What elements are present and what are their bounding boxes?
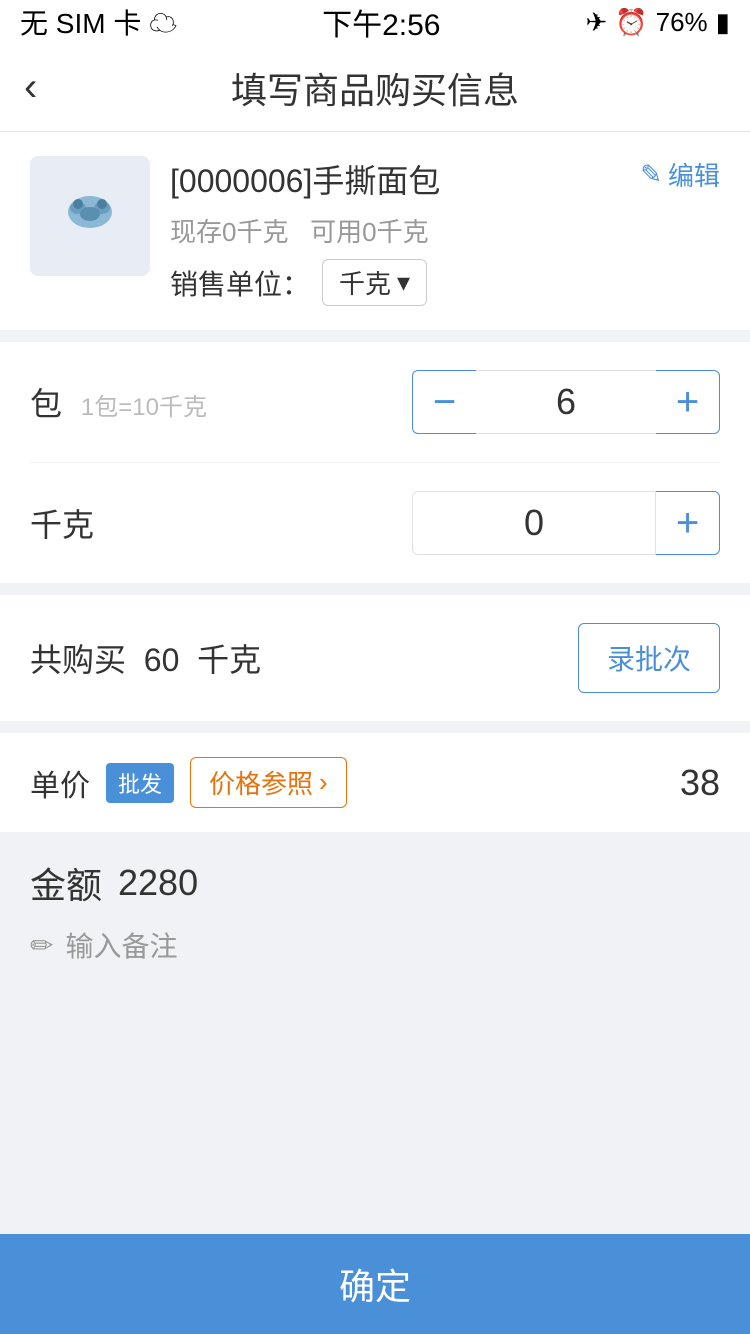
- kg-quantity-input[interactable]: [412, 491, 656, 555]
- chevron-right-icon: ›: [319, 767, 328, 798]
- pack-quantity-input[interactable]: [476, 370, 656, 434]
- status-right: ✈ ⏰ 76% ▮: [585, 7, 730, 38]
- amount-value: 2280: [118, 862, 198, 904]
- pack-hint: 1包=10千克: [81, 394, 207, 421]
- pack-decrement-button[interactable]: −: [412, 370, 476, 434]
- status-time: 下午2:56: [322, 0, 440, 44]
- product-unit-row: 销售单位： 千克 ▾: [170, 259, 720, 306]
- total-text: 共购买 60 千克: [30, 635, 261, 681]
- amount-section: 金额 2280 ✏ 输入备注: [0, 833, 750, 985]
- battery-icon: ▮: [716, 7, 730, 38]
- amount-row: 金额 2280: [30, 857, 720, 909]
- pack-label: 包 1包=10千克: [30, 379, 412, 425]
- edit-icon: ✎: [640, 159, 662, 190]
- alarm-icon: ⏰: [615, 7, 647, 38]
- page-title: 填写商品购买信息: [231, 62, 519, 114]
- product-info: [0000006]手撕面包 ✎ 编辑 现存0千克 可用0千克 销售单位： 千克 …: [170, 156, 720, 306]
- product-card: [0000006]手撕面包 ✎ 编辑 现存0千克 可用0千克 销售单位： 千克 …: [0, 132, 750, 342]
- price-label: 单价: [30, 761, 90, 805]
- nav-bar: ‹ 填写商品购买信息: [0, 44, 750, 132]
- kg-increment-button[interactable]: +: [656, 491, 720, 555]
- pack-increment-button[interactable]: +: [656, 370, 720, 434]
- battery-label: 76%: [656, 7, 708, 38]
- amount-label: 金额: [30, 857, 102, 909]
- kg-label: 千克: [30, 500, 412, 546]
- quantity-section: 包 1包=10千克 − + 千克 +: [0, 342, 750, 583]
- total-section: 共购买 60 千克 录批次: [0, 583, 750, 733]
- confirm-button[interactable]: 确定: [0, 1234, 750, 1334]
- chevron-down-icon: ▾: [397, 267, 410, 298]
- remark-placeholder: 输入备注: [65, 925, 177, 965]
- pack-qty-control: − +: [412, 370, 720, 434]
- kg-quantity-row: 千克 +: [30, 463, 720, 583]
- edit-button[interactable]: ✎ 编辑: [640, 156, 720, 193]
- price-section: 单价 批发 价格参照 › 38: [0, 733, 750, 833]
- location-icon: ✈: [585, 7, 607, 38]
- price-reference-button[interactable]: 价格参照 ›: [190, 757, 347, 808]
- back-button[interactable]: ‹: [24, 65, 37, 110]
- pencil-icon: ✏: [30, 929, 53, 962]
- status-bar: 无 SIM 卡 ☁ 下午2:56 ✈ ⏰ 76% ▮: [0, 0, 750, 44]
- pack-quantity-row: 包 1包=10千克 − +: [30, 342, 720, 463]
- product-thumbnail: [30, 156, 150, 276]
- status-left: 无 SIM 卡 ☁: [20, 2, 177, 42]
- product-name: [0000006]手撕面包: [170, 156, 440, 202]
- unit-select[interactable]: 千克 ▾: [322, 259, 427, 306]
- total-amount: 60: [144, 642, 180, 678]
- batch-button[interactable]: 录批次: [578, 623, 720, 693]
- kg-qty-control: +: [412, 491, 720, 555]
- price-value: 38: [680, 762, 720, 804]
- remark-row[interactable]: ✏ 输入备注: [30, 925, 720, 975]
- price-tag: 批发: [106, 763, 174, 803]
- sim-label: 无 SIM 卡 ☁: [20, 2, 177, 42]
- product-stock: 现存0千克 可用0千克: [170, 212, 720, 249]
